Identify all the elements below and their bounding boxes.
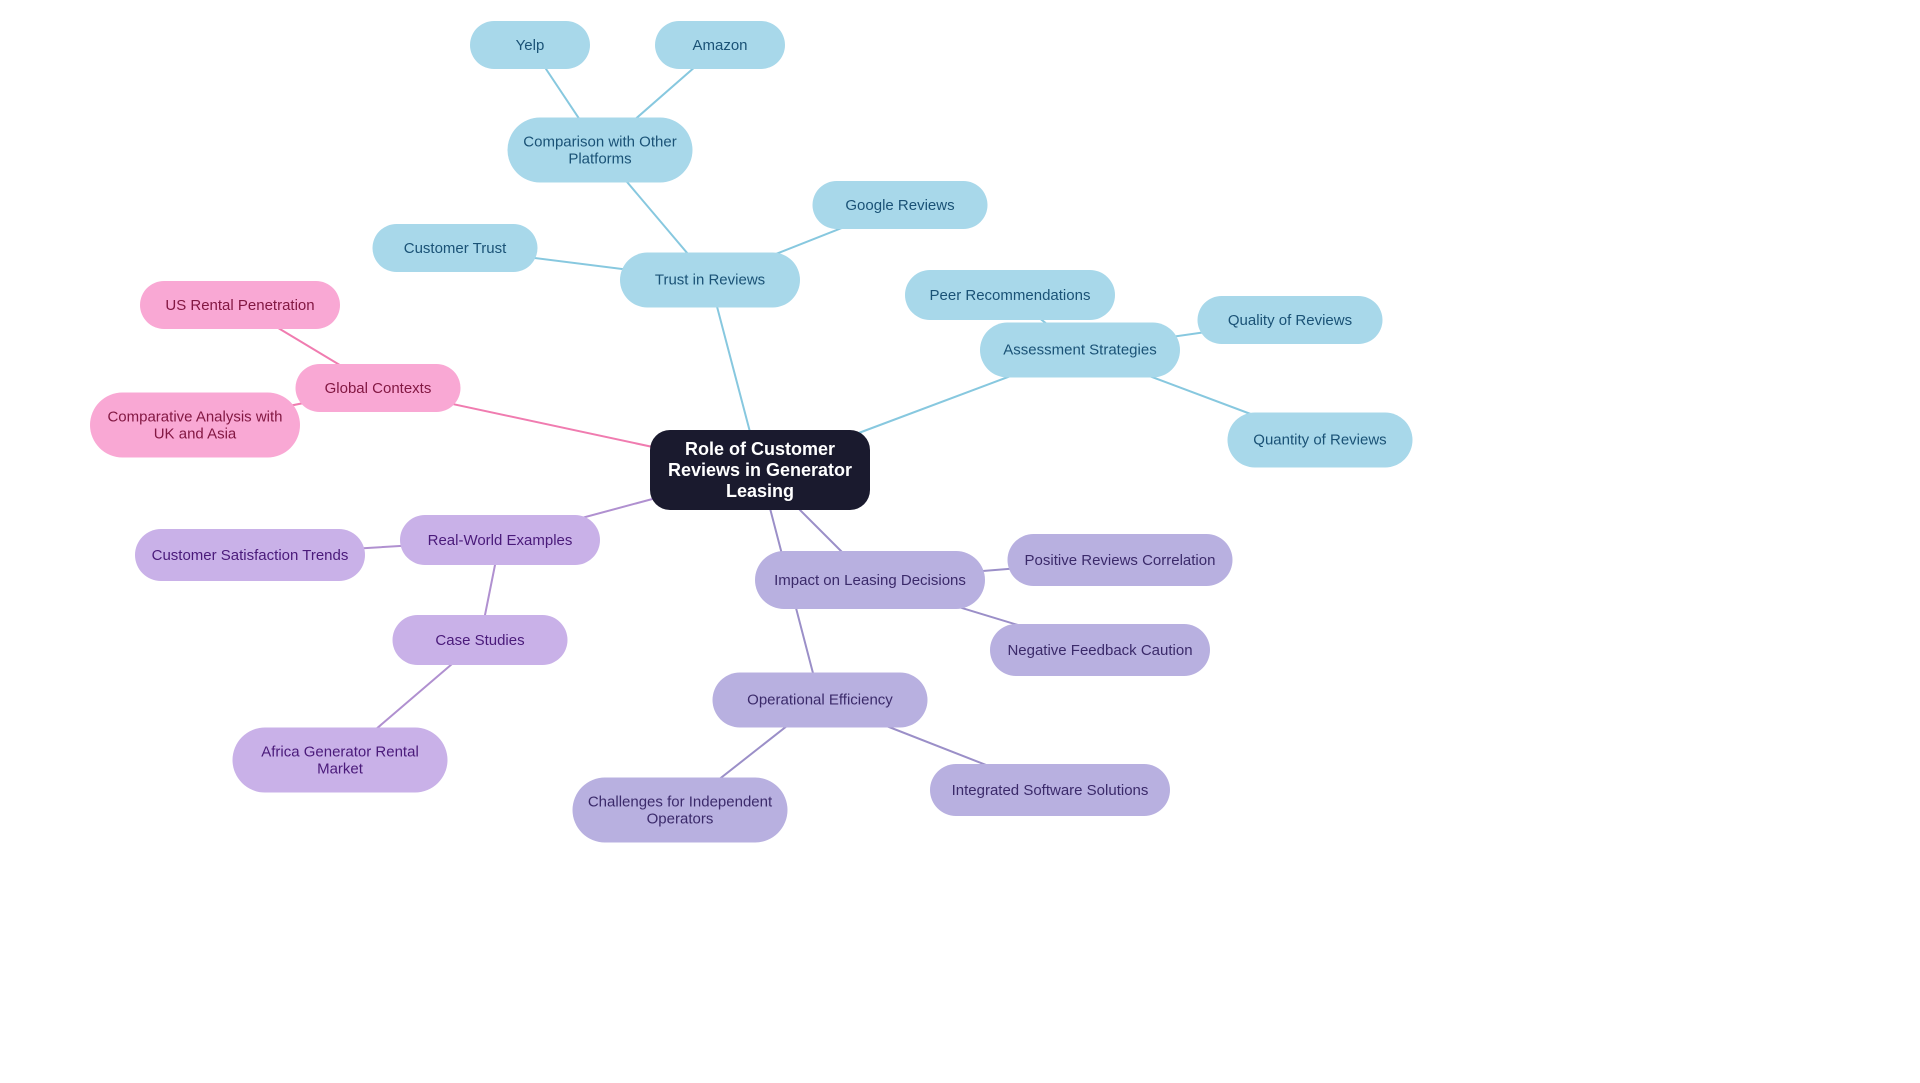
node-center[interactable]: Role of Customer Reviews in Generator Le…	[650, 430, 870, 510]
node-label-assessment_strategies: Assessment Strategies	[1003, 342, 1156, 359]
node-positive_reviews[interactable]: Positive Reviews Correlation	[1008, 534, 1233, 586]
node-amazon[interactable]: Amazon	[655, 21, 785, 69]
node-assessment_strategies[interactable]: Assessment Strategies	[980, 323, 1180, 378]
node-negative_feedback[interactable]: Negative Feedback Caution	[990, 624, 1210, 676]
node-google_reviews[interactable]: Google Reviews	[813, 181, 988, 229]
node-impact_leasing[interactable]: Impact on Leasing Decisions	[755, 551, 985, 609]
node-label-google_reviews: Google Reviews	[845, 197, 954, 214]
node-label-customer_satisfaction: Customer Satisfaction Trends	[152, 547, 349, 564]
node-quality_reviews[interactable]: Quality of Reviews	[1198, 296, 1383, 344]
node-label-impact_leasing: Impact on Leasing Decisions	[774, 572, 966, 589]
node-label-center: Role of Customer Reviews in Generator Le…	[664, 439, 856, 502]
node-label-operational_efficiency: Operational Efficiency	[747, 692, 893, 709]
node-quantity_reviews[interactable]: Quantity of Reviews	[1228, 413, 1413, 468]
node-label-africa_market: Africa Generator Rental Market	[247, 743, 434, 777]
node-peer_recommendations[interactable]: Peer Recommendations	[905, 270, 1115, 320]
node-label-integrated_software: Integrated Software Solutions	[952, 782, 1149, 799]
node-africa_market[interactable]: Africa Generator Rental Market	[233, 728, 448, 793]
node-label-amazon: Amazon	[692, 37, 747, 54]
node-label-quality_reviews: Quality of Reviews	[1228, 312, 1352, 329]
node-label-us_rental: US Rental Penetration	[165, 297, 314, 314]
node-trust_in_reviews[interactable]: Trust in Reviews	[620, 253, 800, 308]
node-label-negative_feedback: Negative Feedback Caution	[1007, 642, 1192, 659]
node-real_world[interactable]: Real-World Examples	[400, 515, 600, 565]
node-case_studies[interactable]: Case Studies	[393, 615, 568, 665]
node-label-comparative_analysis: Comparative Analysis with UK and Asia	[104, 408, 286, 442]
node-us_rental[interactable]: US Rental Penetration	[140, 281, 340, 329]
node-label-quantity_reviews: Quantity of Reviews	[1253, 432, 1386, 449]
node-label-comparison_platforms: Comparison with Other Platforms	[522, 133, 679, 167]
node-label-challenges_independent: Challenges for Independent Operators	[587, 793, 774, 827]
node-label-trust_in_reviews: Trust in Reviews	[655, 272, 765, 289]
node-comparison_platforms[interactable]: Comparison with Other Platforms	[508, 118, 693, 183]
node-label-yelp: Yelp	[516, 37, 545, 54]
node-label-real_world: Real-World Examples	[428, 532, 573, 549]
node-label-case_studies: Case Studies	[435, 632, 524, 649]
node-yelp[interactable]: Yelp	[470, 21, 590, 69]
node-operational_efficiency[interactable]: Operational Efficiency	[713, 673, 928, 728]
node-global_contexts[interactable]: Global Contexts	[296, 364, 461, 412]
node-label-customer_trust: Customer Trust	[404, 240, 507, 257]
node-comparative_analysis[interactable]: Comparative Analysis with UK and Asia	[90, 393, 300, 458]
node-label-positive_reviews: Positive Reviews Correlation	[1025, 552, 1216, 569]
node-customer_trust[interactable]: Customer Trust	[373, 224, 538, 272]
mind-map: Role of Customer Reviews in Generator Le…	[0, 0, 1920, 1083]
node-label-global_contexts: Global Contexts	[325, 380, 432, 397]
node-customer_satisfaction[interactable]: Customer Satisfaction Trends	[135, 529, 365, 581]
node-challenges_independent[interactable]: Challenges for Independent Operators	[573, 778, 788, 843]
node-integrated_software[interactable]: Integrated Software Solutions	[930, 764, 1170, 816]
node-label-peer_recommendations: Peer Recommendations	[930, 287, 1091, 304]
